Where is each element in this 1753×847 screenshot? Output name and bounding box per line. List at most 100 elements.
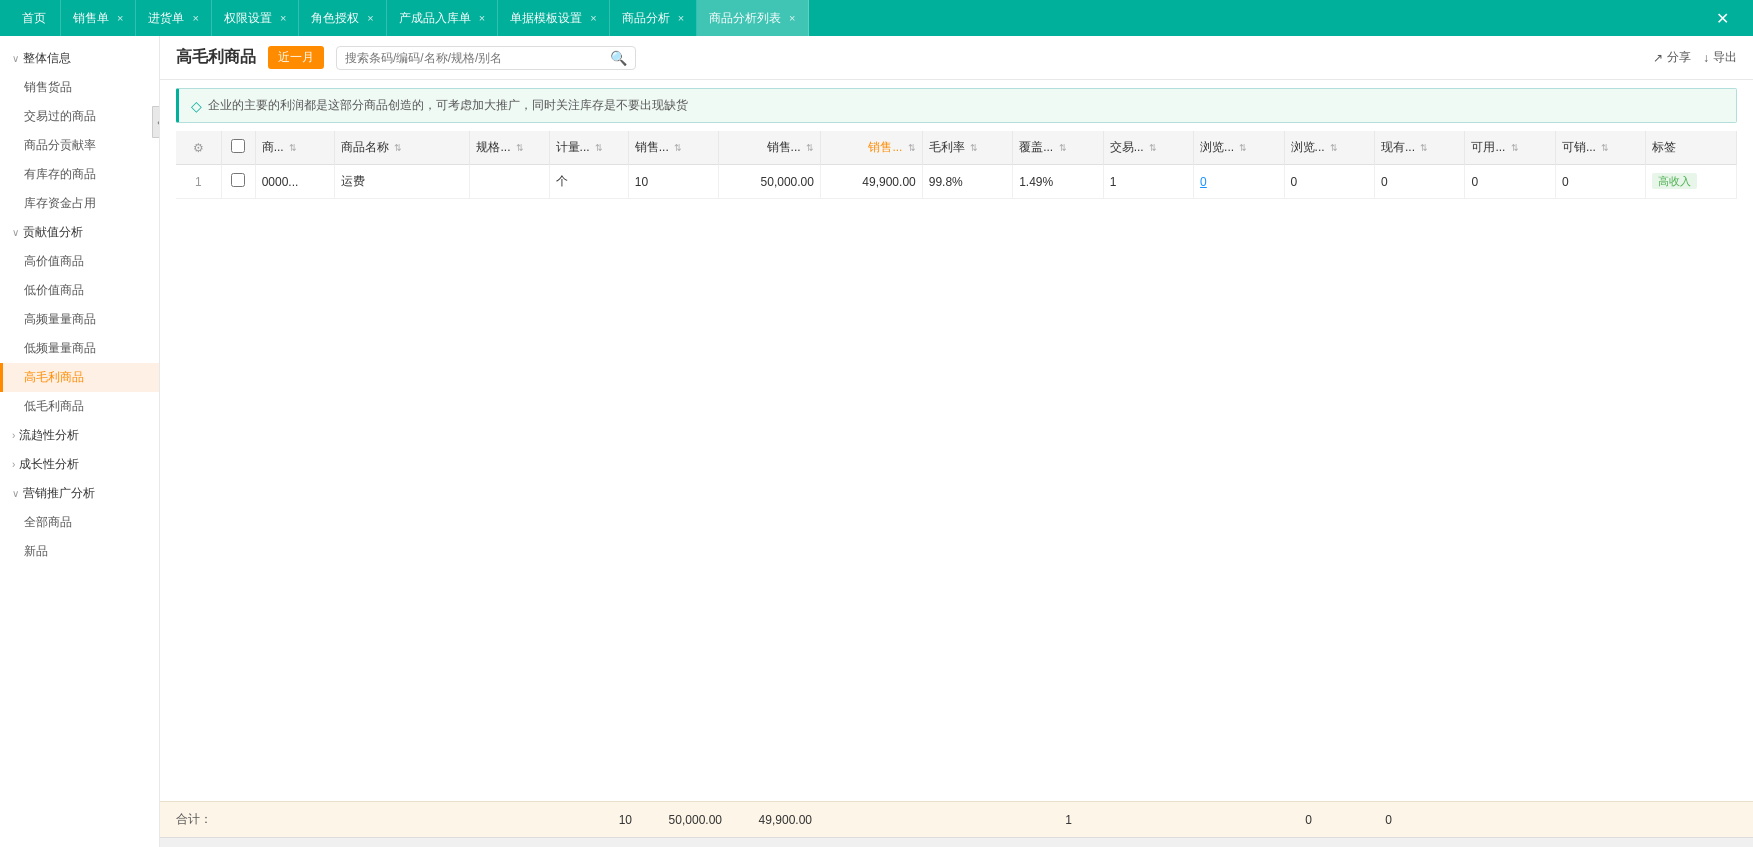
close-sales-order[interactable]: × bbox=[117, 12, 123, 24]
th-name[interactable]: 商品名称 ⇅ bbox=[334, 131, 470, 165]
th-sales-qty[interactable]: 销售... ⇅ bbox=[628, 131, 718, 165]
search-box[interactable]: 🔍 bbox=[336, 46, 636, 70]
sidebar-item-stock-capital[interactable]: 库存资金占用 bbox=[0, 189, 159, 218]
nav-tab-permission[interactable]: 权限设置 × bbox=[212, 0, 299, 36]
row-saleable: 0 bbox=[1555, 165, 1645, 199]
th-available1[interactable]: 现有... ⇅ bbox=[1375, 131, 1465, 165]
sidebar-group-label-marketing: 营销推广分析 bbox=[23, 485, 95, 502]
search-icon: 🔍 bbox=[610, 50, 627, 66]
sort-trade-count: ⇅ bbox=[1149, 143, 1157, 153]
period-button[interactable]: 近一月 bbox=[268, 46, 324, 69]
main-layout: « ∨ 整体信息 销售货品 交易过的商品 商品分贡献率 有库存的商品 库存资金占… bbox=[0, 36, 1753, 847]
footer-label: 合计： bbox=[176, 811, 212, 828]
select-all-checkbox[interactable] bbox=[231, 139, 245, 153]
content-area: 高毛利商品 近一月 🔍 ↗ 分享 ↓ 导出 ◇ 企业的主要的利润都是这部分商品创… bbox=[160, 36, 1753, 847]
nav-tab-role-auth[interactable]: 角色授权 × bbox=[299, 0, 386, 36]
sort-available2: ⇅ bbox=[1511, 143, 1519, 153]
th-tag[interactable]: 标签 bbox=[1646, 131, 1737, 165]
th-saleable[interactable]: 可销... ⇅ bbox=[1555, 131, 1645, 165]
sidebar-group-label-trend: 流趋性分析 bbox=[19, 427, 79, 444]
th-trade-count[interactable]: 交易... ⇅ bbox=[1103, 131, 1193, 165]
nav-tab-sales-order[interactable]: 销售单 × bbox=[61, 0, 136, 36]
th-sales-amount[interactable]: 销售... ⇅ bbox=[719, 131, 821, 165]
sidebar-group-growth[interactable]: › 成长性分析 bbox=[0, 450, 159, 479]
row-num: 1 bbox=[176, 165, 221, 199]
sidebar-item-in-stock[interactable]: 有库存的商品 bbox=[0, 160, 159, 189]
close-product-analysis-list[interactable]: × bbox=[789, 12, 795, 24]
sidebar-group-label-growth: 成长性分析 bbox=[19, 456, 79, 473]
th-unit[interactable]: 计量... ⇅ bbox=[549, 131, 628, 165]
row-product-name: 运费 bbox=[334, 165, 470, 199]
info-banner: ◇ 企业的主要的利润都是这部分商品创造的，可考虑加大推广，同时关注库存是不要出现… bbox=[176, 88, 1737, 123]
close-permission[interactable]: × bbox=[280, 12, 286, 24]
sidebar-group-trend[interactable]: › 流趋性分析 bbox=[0, 421, 159, 450]
sort-sales-cost: ⇅ bbox=[908, 143, 916, 153]
row-coverage: 1.49% bbox=[1013, 165, 1103, 199]
row-checkbox[interactable] bbox=[231, 173, 245, 187]
sidebar-group-marketing[interactable]: ∨ 营销推广分析 bbox=[0, 479, 159, 508]
sort-unit: ⇅ bbox=[595, 143, 603, 153]
info-text: 企业的主要的利润都是这部分商品创造的，可考虑加大推广，同时关注库存是不要出现缺货 bbox=[208, 97, 688, 114]
sidebar: « ∨ 整体信息 销售货品 交易过的商品 商品分贡献率 有库存的商品 库存资金占… bbox=[0, 36, 160, 847]
th-margin-rate[interactable]: 毛利率 ⇅ bbox=[922, 131, 1012, 165]
arrow-overall-info: ∨ bbox=[12, 53, 19, 64]
share-label: 分享 bbox=[1667, 49, 1691, 66]
table-row: 1 0000... 运费 个 10 50,000.00 49,900.00 99… bbox=[176, 165, 1737, 199]
close-window-button[interactable]: ✕ bbox=[1708, 9, 1737, 28]
th-sales-cost[interactable]: 销售... ⇅ bbox=[820, 131, 922, 165]
content-header: 高毛利商品 近一月 🔍 ↗ 分享 ↓ 导出 bbox=[160, 36, 1753, 80]
sidebar-item-high-value[interactable]: 高价值商品 bbox=[0, 247, 159, 276]
share-button[interactable]: ↗ 分享 bbox=[1653, 49, 1691, 66]
sort-margin-rate: ⇅ bbox=[970, 143, 978, 153]
export-button[interactable]: ↓ 导出 bbox=[1703, 49, 1737, 66]
row-checkbox-cell[interactable] bbox=[221, 165, 255, 199]
nav-tab-purchase-order[interactable]: 进货单 × bbox=[136, 0, 211, 36]
share-icon: ↗ bbox=[1653, 51, 1663, 65]
sidebar-item-low-freq[interactable]: 低频量量商品 bbox=[0, 334, 159, 363]
row-browse1[interactable]: 0 bbox=[1194, 165, 1284, 199]
close-order-template[interactable]: × bbox=[590, 12, 596, 24]
footer-sales-amount: 50,000.00 bbox=[638, 813, 728, 827]
th-browse1[interactable]: 浏览... ⇅ bbox=[1194, 131, 1284, 165]
th-checkbox[interactable] bbox=[221, 131, 255, 165]
nav-tab-product-analysis-list[interactable]: 商品分析列表 × bbox=[697, 0, 808, 36]
close-product-analysis[interactable]: × bbox=[678, 12, 684, 24]
sort-code: ⇅ bbox=[289, 143, 297, 153]
close-purchase-order[interactable]: × bbox=[192, 12, 198, 24]
row-available1: 0 bbox=[1375, 165, 1465, 199]
row-sales-cost: 49,900.00 bbox=[820, 165, 922, 199]
sidebar-group-finance-analysis[interactable]: ∨ 贡献值分析 bbox=[0, 218, 159, 247]
nav-tab-order-template[interactable]: 单据模板设置 × bbox=[498, 0, 609, 36]
arrow-growth: › bbox=[12, 459, 15, 470]
browse1-link[interactable]: 0 bbox=[1200, 175, 1207, 189]
th-coverage[interactable]: 覆盖... ⇅ bbox=[1013, 131, 1103, 165]
th-available2[interactable]: 可用... ⇅ bbox=[1465, 131, 1555, 165]
sidebar-item-low-margin[interactable]: 低毛利商品 bbox=[0, 392, 159, 421]
row-browse2: 0 bbox=[1284, 165, 1374, 199]
nav-tab-product-analysis[interactable]: 商品分析 × bbox=[610, 0, 697, 36]
nav-tab-home[interactable]: 首页 bbox=[8, 0, 61, 36]
row-available2: 0 bbox=[1465, 165, 1555, 199]
horizontal-scrollbar[interactable] bbox=[160, 837, 1753, 847]
th-code[interactable]: 商... ⇅ bbox=[255, 131, 334, 165]
sidebar-collapse-button[interactable]: « bbox=[152, 106, 160, 138]
close-product-entry[interactable]: × bbox=[479, 12, 485, 24]
close-role-auth[interactable]: × bbox=[367, 12, 373, 24]
sidebar-item-product-contribute[interactable]: 商品分贡献率 bbox=[0, 131, 159, 160]
sidebar-item-top-selling[interactable]: 销售货品 bbox=[0, 73, 159, 102]
data-table: ⚙ 商... ⇅ 商品名称 ⇅ bbox=[176, 131, 1737, 199]
nav-tab-product-entry[interactable]: 产成品入库单 × bbox=[387, 0, 498, 36]
th-settings[interactable]: ⚙ bbox=[176, 131, 221, 165]
sidebar-item-new-products[interactable]: 新品 bbox=[0, 537, 159, 566]
search-input[interactable] bbox=[345, 51, 604, 65]
footer-sales-qty: 10 bbox=[558, 813, 638, 827]
th-spec[interactable]: 规格... ⇅ bbox=[470, 131, 549, 165]
sidebar-item-high-freq[interactable]: 高频量量商品 bbox=[0, 305, 159, 334]
header-actions: ↗ 分享 ↓ 导出 bbox=[1653, 49, 1737, 66]
sidebar-item-all-products[interactable]: 全部商品 bbox=[0, 508, 159, 537]
sidebar-group-overall-info[interactable]: ∨ 整体信息 bbox=[0, 44, 159, 73]
sidebar-item-low-value[interactable]: 低价值商品 bbox=[0, 276, 159, 305]
sidebar-item-traded[interactable]: 交易过的商品 bbox=[0, 102, 159, 131]
th-browse2[interactable]: 浏览... ⇅ bbox=[1284, 131, 1374, 165]
sidebar-item-high-margin[interactable]: 高毛利商品 bbox=[0, 363, 159, 392]
